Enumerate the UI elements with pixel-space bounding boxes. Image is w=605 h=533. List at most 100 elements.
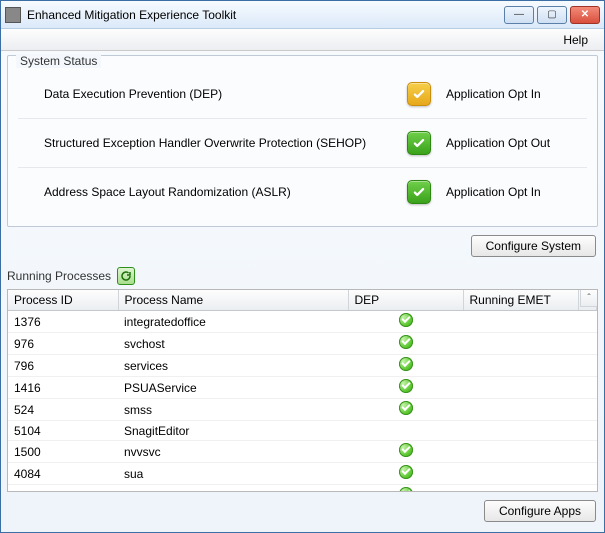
cell-name: nvvsvc (118, 485, 348, 492)
cell-emet (463, 441, 579, 463)
table-row[interactable]: 4084sua (8, 463, 597, 485)
dep-ok-icon (399, 465, 413, 479)
cell-name: PSUAService (118, 377, 348, 399)
column-header-name[interactable]: Process Name (118, 290, 348, 311)
status-row: Address Space Layout Randomization (ASLR… (18, 168, 587, 216)
running-processes-label: Running Processes (7, 269, 111, 283)
cell-emet (463, 485, 579, 492)
cell-emet (463, 463, 579, 485)
table-row[interactable]: 5104SnagitEditor (8, 421, 597, 441)
dep-ok-icon (399, 443, 413, 457)
refresh-button[interactable] (117, 267, 135, 285)
table-row[interactable]: 976svchost (8, 333, 597, 355)
cell-name: integratedoffice (118, 311, 348, 333)
window-root: Enhanced Mitigation Experience Toolkit —… (0, 0, 605, 533)
configure-apps-button[interactable]: Configure Apps (484, 500, 596, 522)
status-row: Data Execution Prevention (DEP) Applicati… (18, 70, 587, 119)
cell-spacer (579, 311, 597, 333)
cell-name: svchost (118, 333, 348, 355)
cell-name: services (118, 355, 348, 377)
cell-spacer (579, 421, 597, 441)
cell-pid: 1500 (8, 441, 118, 463)
status-row: Structured Exception Handler Overwrite P… (18, 119, 587, 168)
refresh-icon (120, 270, 132, 282)
menu-help[interactable]: Help (557, 31, 594, 49)
cell-pid: 976 (8, 333, 118, 355)
column-header-emet[interactable]: Running EMET (463, 290, 579, 311)
cell-spacer (579, 333, 597, 355)
menubar: Help (1, 29, 604, 51)
running-processes-header: Running Processes (7, 265, 598, 285)
cell-spacer (579, 485, 597, 492)
cell-name: nvvsvc (118, 441, 348, 463)
table-row[interactable]: 1416PSUAService (8, 377, 597, 399)
cell-emet (463, 399, 579, 421)
cell-name: smss (118, 399, 348, 421)
status-value: Application Opt Out (436, 136, 583, 150)
cell-emet (463, 421, 579, 441)
status-icon-cell (402, 131, 436, 155)
cell-dep (348, 355, 463, 377)
table-row[interactable]: 160nvvsvc (8, 485, 597, 492)
cell-emet (463, 311, 579, 333)
system-status-legend: System Status (16, 54, 101, 68)
cell-pid: 1376 (8, 311, 118, 333)
dep-ok-icon (399, 335, 413, 349)
column-header-pid[interactable]: Process ID (8, 290, 118, 311)
cell-dep (348, 399, 463, 421)
scroll-up-button[interactable]: ˆ (580, 290, 597, 307)
cell-pid: 5104 (8, 421, 118, 441)
status-value: Application Opt In (436, 185, 583, 199)
status-label: Data Execution Prevention (DEP) (22, 87, 402, 101)
cell-dep (348, 441, 463, 463)
dep-ok-icon (399, 313, 413, 327)
cell-dep (348, 311, 463, 333)
maximize-button[interactable]: ▢ (537, 6, 567, 24)
warning-icon (407, 82, 431, 106)
cell-emet (463, 377, 579, 399)
table-row[interactable]: 1500nvvsvc (8, 441, 597, 463)
cell-dep (348, 421, 463, 441)
status-label: Address Space Layout Randomization (ASLR… (22, 185, 402, 199)
dep-ok-icon (399, 357, 413, 371)
cell-spacer (579, 355, 597, 377)
cell-name: sua (118, 463, 348, 485)
dep-ok-icon (399, 379, 413, 393)
cell-spacer (579, 441, 597, 463)
cell-emet (463, 355, 579, 377)
cell-dep (348, 463, 463, 485)
table-row[interactable]: 796services (8, 355, 597, 377)
dep-ok-icon (399, 487, 413, 491)
cell-spacer (579, 399, 597, 421)
close-button[interactable]: ✕ (570, 6, 600, 24)
column-header-dep[interactable]: DEP (348, 290, 463, 311)
cell-spacer (579, 377, 597, 399)
cell-dep (348, 485, 463, 492)
configure-apps-row: Configure Apps (7, 496, 598, 526)
table-row[interactable]: 1376integratedoffice (8, 311, 597, 333)
table-row[interactable]: 524smss (8, 399, 597, 421)
cell-pid: 4084 (8, 463, 118, 485)
status-value: Application Opt In (436, 87, 583, 101)
app-icon (5, 7, 21, 23)
process-table: Process ID Process Name DEP Running EMET… (7, 289, 598, 492)
check-icon (407, 131, 431, 155)
status-icon-cell (402, 82, 436, 106)
dep-ok-icon (399, 401, 413, 415)
process-table-scroll[interactable]: Process ID Process Name DEP Running EMET… (8, 290, 597, 491)
cell-dep (348, 333, 463, 355)
status-label: Structured Exception Handler Overwrite P… (22, 136, 402, 150)
cell-pid: 1416 (8, 377, 118, 399)
configure-system-button[interactable]: Configure System (471, 235, 596, 257)
cell-pid: 160 (8, 485, 118, 492)
cell-emet (463, 333, 579, 355)
cell-pid: 796 (8, 355, 118, 377)
cell-dep (348, 377, 463, 399)
cell-spacer (579, 463, 597, 485)
cell-pid: 524 (8, 399, 118, 421)
system-status-group: System Status Data Execution Prevention … (7, 55, 598, 227)
client-area: System Status Data Execution Prevention … (1, 51, 604, 532)
minimize-button[interactable]: — (504, 6, 534, 24)
status-icon-cell (402, 180, 436, 204)
cell-name: SnagitEditor (118, 421, 348, 441)
